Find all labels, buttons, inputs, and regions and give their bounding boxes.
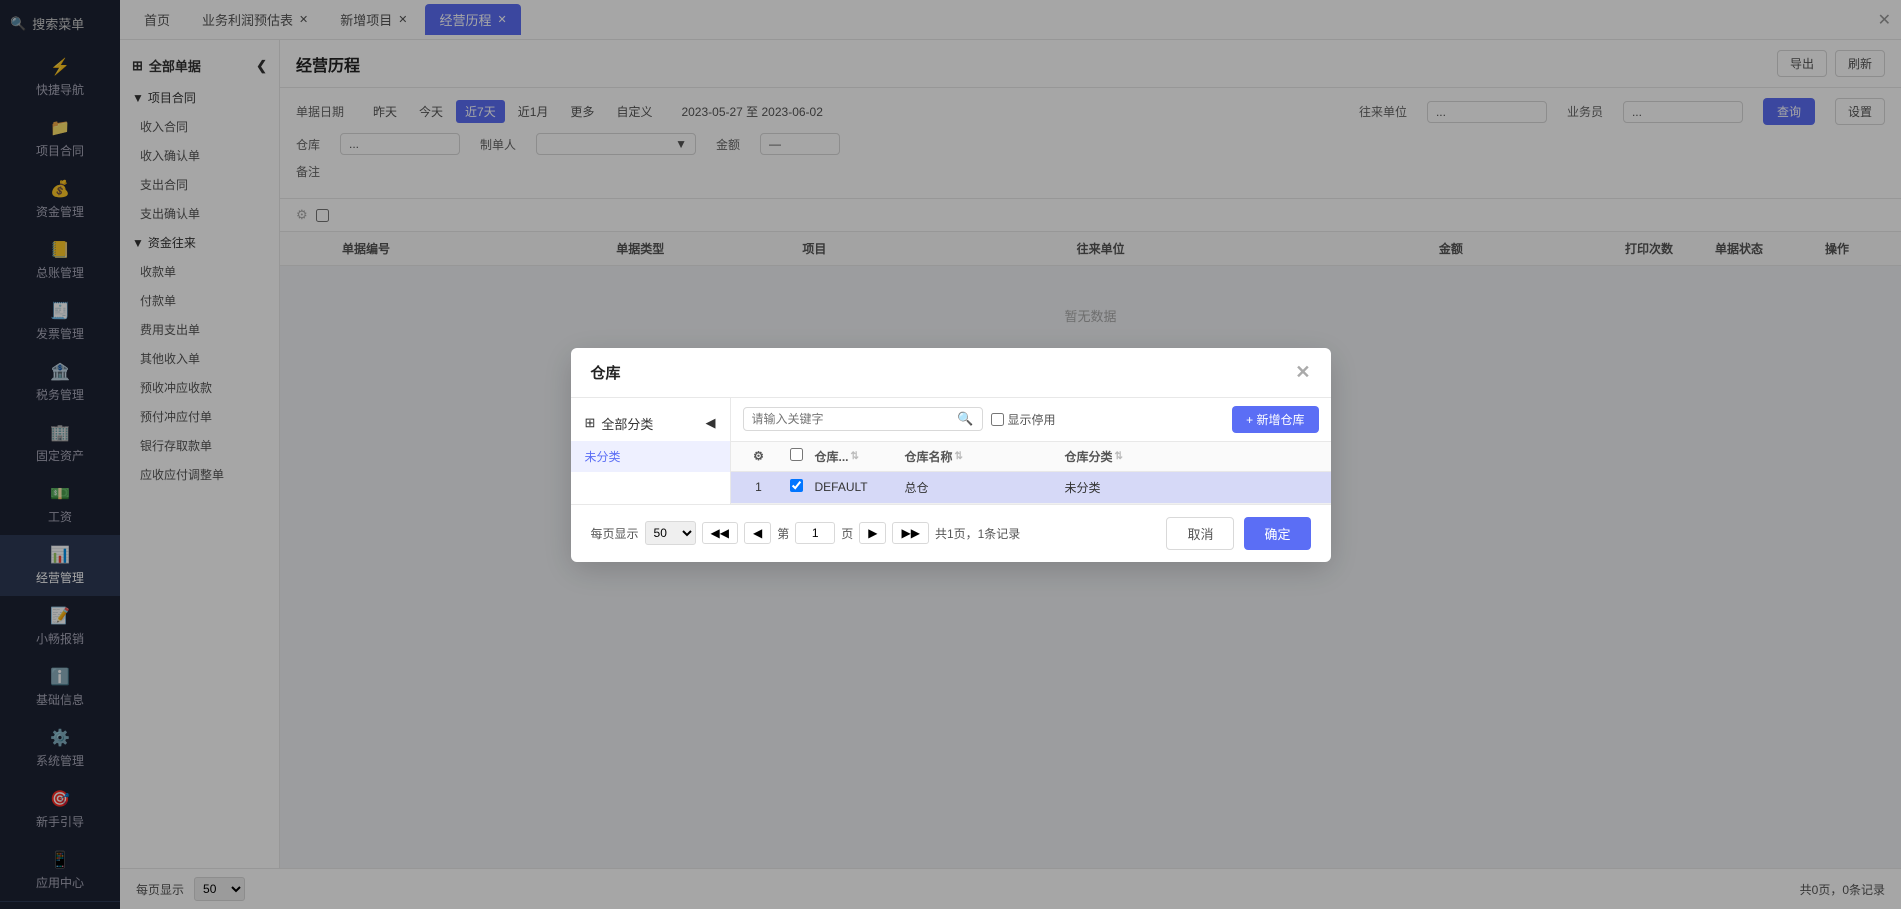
modal-header: 仓库 ✕ [571,348,1331,398]
modal-left-item-label: 未分类 [585,450,621,464]
modal-overlay[interactable]: 仓库 ✕ ⊞ 全部分类 ◀ 未分类 [0,0,1901,909]
modal-left-panel: ⊞ 全部分类 ◀ 未分类 [571,398,731,504]
modal-search-input[interactable] [752,412,958,426]
page-label: 第 [777,525,789,542]
total-label: 共1页，1条记录 [935,525,1020,542]
modal-search-wrap[interactable]: 🔍 [743,407,983,431]
confirm-button[interactable]: 确定 [1244,517,1310,550]
modal-title: 仓库 [591,362,621,383]
col-checkbox-header [779,448,815,464]
row-index: 1 [739,480,779,494]
modal-close-button[interactable]: ✕ [1295,362,1310,383]
col-category-header[interactable]: 仓库分类 ⇅ [1065,448,1323,465]
cancel-button[interactable]: 取消 [1166,517,1234,550]
col-code-sort[interactable]: 仓库... ⇅ [815,448,859,465]
modal-pagination: 每页显示 50 100 ◀◀ ◀ 第 页 ▶ ▶▶ 共1页，1条记录 [591,521,1021,545]
col-category-sort[interactable]: 仓库分类 ⇅ [1065,448,1123,465]
table-row[interactable]: 1 DEFAULT 总仓 未分类 [731,472,1331,504]
modal-actions: 取消 确定 [1166,517,1310,550]
sort-arrow: ⇅ [1115,451,1123,462]
show-disabled-text: 显示停用 [1008,411,1056,428]
page-suffix: 页 [841,525,853,542]
page-number-input[interactable] [795,522,835,544]
row-checkbox[interactable] [779,479,815,495]
modal-left-header[interactable]: ⊞ 全部分类 ◀ [571,406,730,441]
row-select-checkbox[interactable] [790,479,803,492]
row-code: DEFAULT [815,480,905,494]
modal-left-item-unclassified[interactable]: 未分类 [571,441,730,472]
show-disabled-label[interactable]: 显示停用 [991,411,1056,428]
add-warehouse-button[interactable]: + 新增仓库 [1232,406,1318,433]
row-name: 总仓 [905,479,1065,496]
modal-per-page-select[interactable]: 50 100 [645,521,696,545]
last-page-button[interactable]: ▶▶ [892,522,928,544]
warehouse-modal: 仓库 ✕ ⊞ 全部分类 ◀ 未分类 [571,348,1331,562]
show-disabled-checkbox[interactable] [991,413,1004,426]
modal-toolbar: 🔍 显示停用 + 新增仓库 [731,398,1331,442]
modal-table-header: ⚙ 仓库... ⇅ 仓库名称 [731,442,1331,472]
modal-footer: 每页显示 50 100 ◀◀ ◀ 第 页 ▶ ▶▶ 共1页，1条记录 取消 确定 [571,504,1331,562]
col-settings-header[interactable]: ⚙ [739,449,779,463]
modal-table: ⚙ 仓库... ⇅ 仓库名称 [731,442,1331,504]
per-page-label: 每页显示 [591,525,639,542]
col-code-header[interactable]: 仓库... ⇅ [815,448,905,465]
row-category: 未分类 [1065,479,1323,496]
prev-page-button[interactable]: ◀ [744,522,771,544]
select-all-checkbox[interactable] [790,448,803,461]
modal-all-label: 全部分类 [601,414,653,433]
modal-body: ⊞ 全部分类 ◀ 未分类 🔍 显示停用 [571,398,1331,504]
col-name-sort[interactable]: 仓库名称 ⇅ [905,448,963,465]
grid-icon: ⊞ [585,415,596,431]
sort-arrow: ⇅ [955,451,963,462]
first-page-button[interactable]: ◀◀ [702,522,738,544]
modal-collapse-icon[interactable]: ◀ [706,415,716,431]
modal-search-icon: 🔍 [957,411,973,427]
sort-arrow: ⇅ [851,451,859,462]
next-page-button[interactable]: ▶ [859,522,886,544]
settings-icon: ⚙ [753,449,764,463]
col-name-header[interactable]: 仓库名称 ⇅ [905,448,1065,465]
modal-right-panel: 🔍 显示停用 + 新增仓库 ⚙ [731,398,1331,504]
